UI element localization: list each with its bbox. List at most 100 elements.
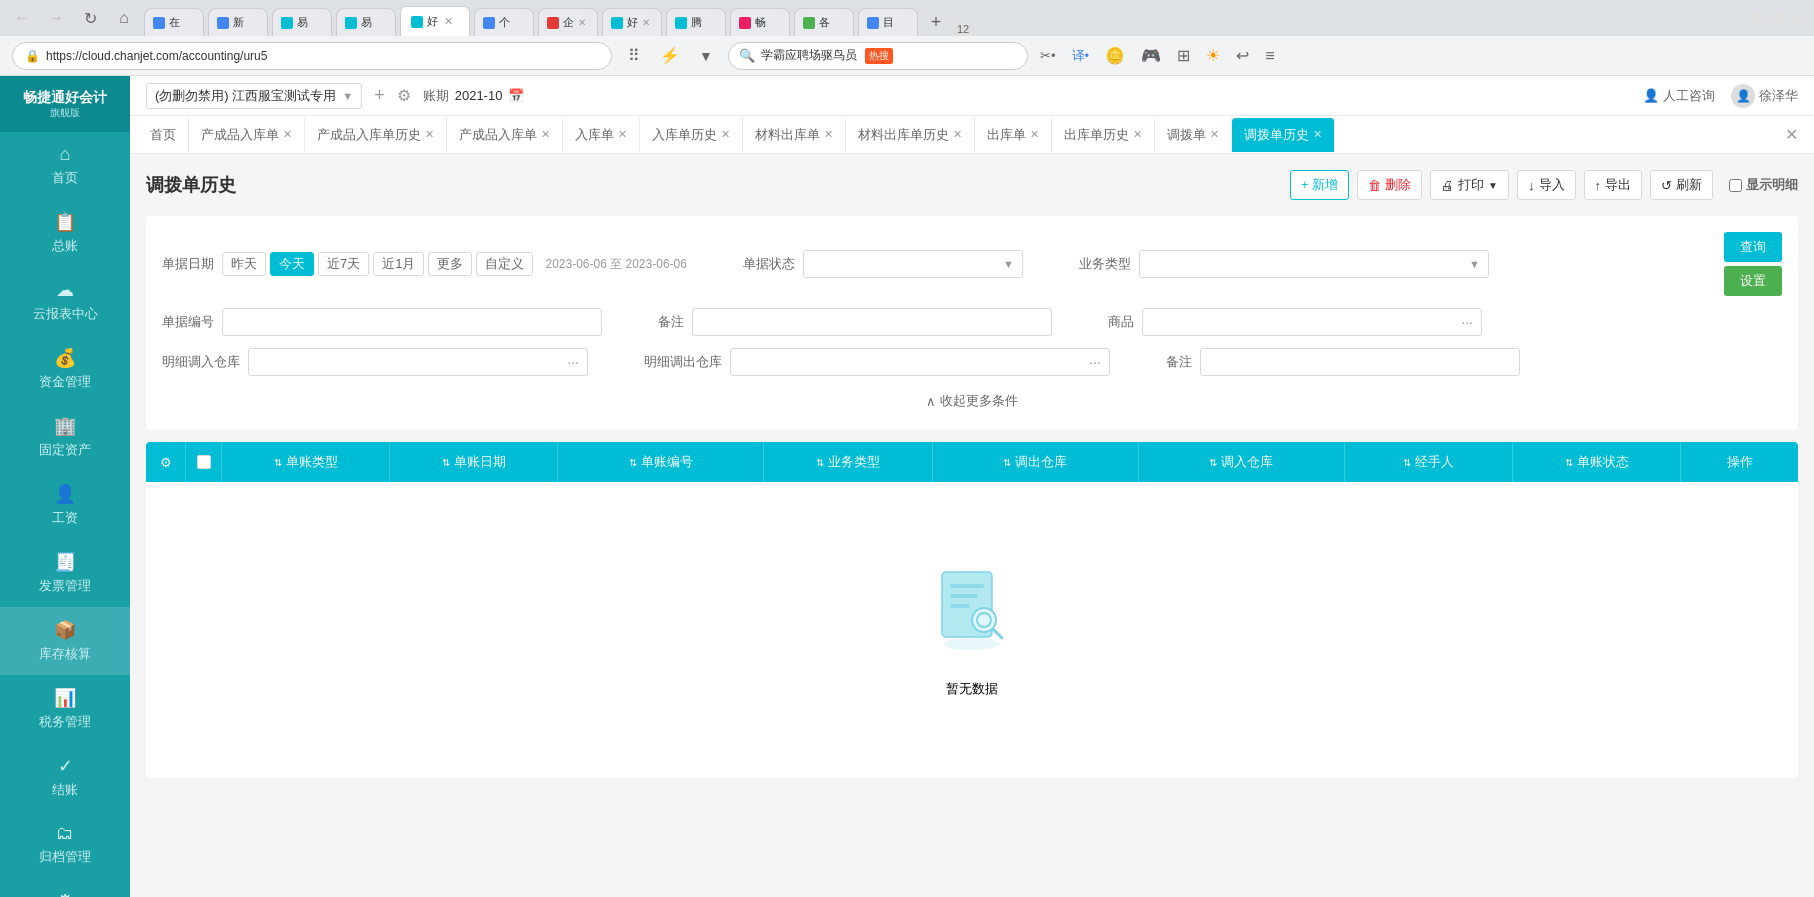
biz-type-select[interactable]: ▼ bbox=[1139, 250, 1489, 278]
tab-close-7[interactable]: ✕ bbox=[578, 17, 586, 28]
sidebar-item-fixed-assets[interactable]: 🏢 固定资产 bbox=[0, 403, 130, 471]
page-tab-in-order[interactable]: 入库单 ✕ bbox=[563, 118, 640, 152]
set-button[interactable]: 设置 bbox=[1724, 266, 1782, 296]
undo-icon[interactable]: ↩ bbox=[1232, 46, 1253, 65]
browser-tab-active[interactable]: 好 ✕ bbox=[400, 6, 470, 36]
page-tab-material-out[interactable]: 材料出库单 ✕ bbox=[743, 118, 846, 152]
page-tab-in-history[interactable]: 入库单历史 ✕ bbox=[640, 118, 743, 152]
nav-back[interactable]: ← bbox=[8, 4, 36, 32]
th-handler[interactable]: ⇅ 经手人 bbox=[1345, 442, 1513, 482]
display-checkbox[interactable] bbox=[1729, 179, 1742, 192]
browser-tab-8[interactable]: 好 ✕ bbox=[602, 8, 662, 36]
brightness-icon[interactable]: ☀ bbox=[1202, 46, 1224, 65]
sidebar-item-tax[interactable]: 📊 税务管理 bbox=[0, 675, 130, 743]
delete-button[interactable]: 🗑 删除 bbox=[1357, 170, 1422, 200]
refresh-button[interactable]: ↺ 刷新 bbox=[1650, 170, 1713, 200]
th-settings[interactable]: ⚙ bbox=[146, 442, 186, 482]
add-company-button[interactable]: + bbox=[374, 85, 385, 106]
doc-number-input[interactable] bbox=[222, 308, 602, 336]
collapse-button[interactable]: ∧ 收起更多条件 bbox=[914, 388, 1030, 414]
address-bar[interactable]: 🔒 https://cloud.chanjet.com/accounting/u… bbox=[12, 42, 612, 70]
remark-input[interactable] bbox=[692, 308, 1052, 336]
page-tab-material-out-history[interactable]: 材料出库单历史 ✕ bbox=[846, 118, 975, 152]
th-checkbox[interactable] bbox=[186, 442, 222, 482]
tab-close[interactable]: ✕ bbox=[283, 128, 292, 141]
th-doc-number[interactable]: ⇅ 单账编号 bbox=[558, 442, 764, 482]
grid-icon[interactable]: ⊞ bbox=[1173, 46, 1194, 65]
page-tab-out-order[interactable]: 出库单 ✕ bbox=[975, 118, 1052, 152]
date-btn-custom[interactable]: 自定义 bbox=[476, 252, 533, 276]
th-biz-type[interactable]: ⇅ 业务类型 bbox=[764, 442, 932, 482]
tab-panel-close[interactable]: ✕ bbox=[1777, 125, 1806, 144]
browser-tab-4[interactable]: 易 bbox=[336, 8, 396, 36]
sidebar-item-ledger[interactable]: 📋 总账 bbox=[0, 199, 130, 267]
import-button[interactable]: ↓ 导入 bbox=[1517, 170, 1576, 200]
browser-tab-12[interactable]: 目 bbox=[858, 8, 918, 36]
user-avatar[interactable]: 👤 徐泽华 bbox=[1731, 84, 1798, 108]
detail-in-select[interactable]: ··· bbox=[248, 348, 588, 376]
detail-out-more-icon[interactable]: ··· bbox=[1089, 354, 1101, 370]
tab-close[interactable]: ✕ bbox=[1210, 128, 1219, 141]
sidebar-item-home[interactable]: ⌂ 首页 bbox=[0, 132, 130, 199]
new-tab-button[interactable]: + bbox=[922, 8, 950, 36]
sidebar-item-inventory[interactable]: 📦 库存核算 bbox=[0, 607, 130, 675]
sidebar-item-archive[interactable]: 🗂 归档管理 bbox=[0, 811, 130, 878]
dropdown-icon[interactable]: ▼ bbox=[692, 42, 720, 70]
tab-close-active[interactable]: ✕ bbox=[1313, 128, 1322, 141]
page-tab-product-in-2[interactable]: 产成品入库单 ✕ bbox=[447, 118, 563, 152]
display-toggle[interactable]: 显示明细 bbox=[1729, 176, 1798, 194]
tab-close-active[interactable]: ✕ bbox=[444, 15, 453, 28]
page-tab-out-history[interactable]: 出库单历史 ✕ bbox=[1052, 118, 1155, 152]
tab-close[interactable]: ✕ bbox=[721, 128, 730, 141]
service-button[interactable]: 👤 人工咨询 bbox=[1643, 87, 1715, 105]
tab-close[interactable]: ✕ bbox=[425, 128, 434, 141]
tab-close-8[interactable]: ✕ bbox=[642, 17, 650, 28]
calendar-icon[interactable]: 📅 bbox=[508, 88, 524, 103]
export-button[interactable]: ↑ 导出 bbox=[1584, 170, 1643, 200]
remark2-input[interactable] bbox=[1200, 348, 1520, 376]
close-button[interactable] bbox=[1792, 11, 1806, 25]
goods-select[interactable]: ··· bbox=[1142, 308, 1482, 336]
search-bar[interactable]: 🔍 学霸应聘场驱鸟员 热搜 bbox=[728, 42, 1028, 70]
th-out-warehouse[interactable]: ⇅ 调出仓库 bbox=[933, 442, 1139, 482]
th-doc-date[interactable]: ⇅ 单账日期 bbox=[390, 442, 558, 482]
tab-close[interactable]: ✕ bbox=[824, 128, 833, 141]
gamepad-icon[interactable]: 🎮 bbox=[1137, 46, 1165, 65]
flash-icon[interactable]: ⚡ bbox=[656, 42, 684, 70]
nav-refresh[interactable]: ↻ bbox=[76, 4, 104, 32]
cut-icon[interactable]: ✂• bbox=[1036, 48, 1060, 63]
nav-home[interactable]: ⌂ bbox=[110, 4, 138, 32]
tab-close[interactable]: ✕ bbox=[618, 128, 627, 141]
browser-tab-7[interactable]: 企 ✕ bbox=[538, 8, 598, 36]
new-button[interactable]: + 新增 bbox=[1290, 170, 1349, 200]
sidebar-item-fund[interactable]: 💰 资金管理 bbox=[0, 335, 130, 403]
page-tab-home[interactable]: 首页 bbox=[138, 118, 189, 152]
browser-tab-11[interactable]: 各 bbox=[794, 8, 854, 36]
th-status[interactable]: ⇅ 单账状态 bbox=[1513, 442, 1681, 482]
tab-close[interactable]: ✕ bbox=[541, 128, 550, 141]
detail-out-select[interactable]: ··· bbox=[730, 348, 1110, 376]
query-button[interactable]: 查询 bbox=[1724, 232, 1782, 262]
select-all-checkbox[interactable] bbox=[197, 455, 211, 469]
sidebar-item-salary[interactable]: 👤 工资 bbox=[0, 471, 130, 539]
translate-icon[interactable]: 译• bbox=[1068, 47, 1094, 65]
status-select[interactable]: ▼ bbox=[803, 250, 1023, 278]
sidebar-item-report[interactable]: ☁ 云报表中心 bbox=[0, 267, 130, 335]
menu-icon[interactable]: ≡ bbox=[1261, 47, 1278, 65]
extensions-icon[interactable]: ⠿ bbox=[620, 42, 648, 70]
page-tab-transfer[interactable]: 调拨单 ✕ bbox=[1155, 118, 1232, 152]
print-button[interactable]: 🖨 打印 ▼ bbox=[1430, 170, 1509, 200]
page-tab-transfer-history[interactable]: 调拨单历史 ✕ bbox=[1232, 118, 1335, 152]
company-selector[interactable]: (勿删勿禁用) 江西服宝测试专用 ▼ bbox=[146, 83, 362, 109]
tab-close[interactable]: ✕ bbox=[953, 128, 962, 141]
minimize-button[interactable] bbox=[1752, 11, 1766, 25]
date-btn-1month[interactable]: 近1月 bbox=[373, 252, 424, 276]
date-btn-yesterday[interactable]: 昨天 bbox=[222, 252, 266, 276]
sidebar-item-close[interactable]: ✓ 结账 bbox=[0, 743, 130, 811]
wallet-icon[interactable]: 🪙 bbox=[1101, 46, 1129, 65]
goods-more-icon[interactable]: ··· bbox=[1461, 314, 1473, 330]
sidebar-item-settings[interactable]: ⚙ 基础设置 bbox=[0, 878, 130, 897]
sidebar-item-invoice[interactable]: 🧾 发票管理 bbox=[0, 539, 130, 607]
th-doc-type[interactable]: ⇅ 单账类型 bbox=[222, 442, 390, 482]
browser-tab-3[interactable]: 易 bbox=[272, 8, 332, 36]
